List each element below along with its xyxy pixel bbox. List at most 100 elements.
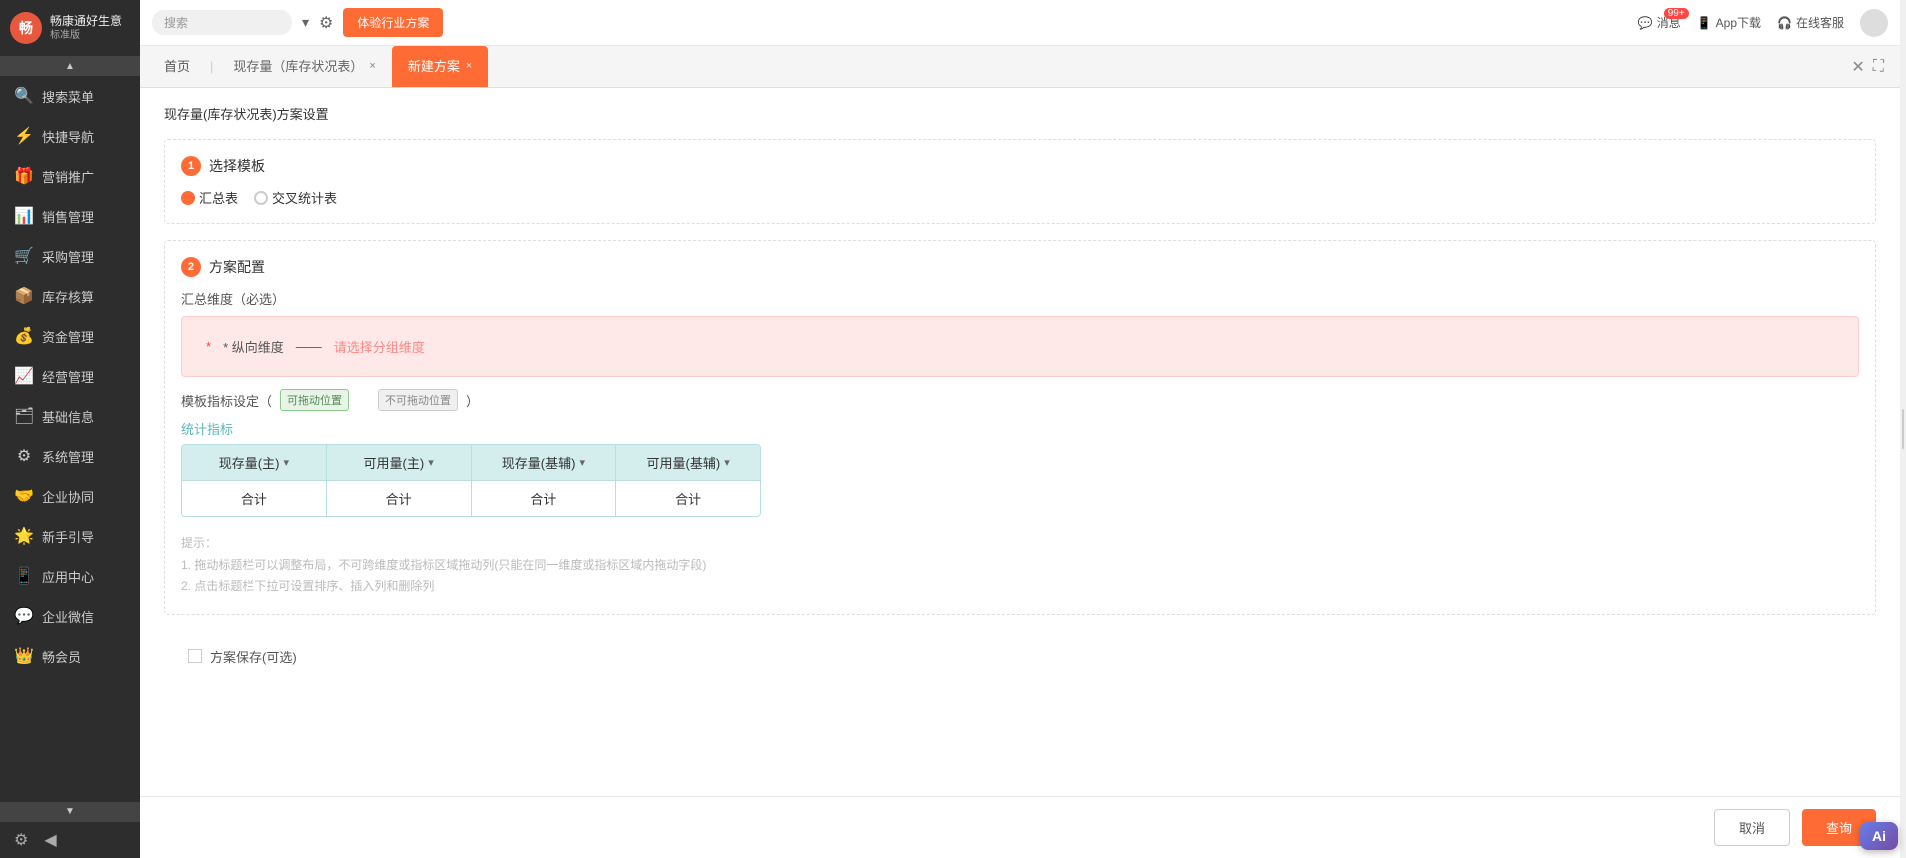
sidebar-item-new-guide[interactable]: 🌟 新手引导 — [0, 516, 140, 556]
main-area: 搜索 ▾ ⚙ 体验行业方案 💬 消息 99+ 📱 App下载 🎧 在线客服 首 — [140, 0, 1900, 858]
dim-label: 汇总维度（必选） — [181, 289, 1859, 308]
collapse-icon[interactable]: ◀ — [44, 830, 56, 850]
save-label: 方案保存(可选) — [210, 647, 297, 666]
tab-inventory-status[interactable]: 现存量（库存状况表） × — [217, 46, 391, 87]
tab-close-new-scheme[interactable]: × — [466, 60, 472, 72]
tab-separator: | — [206, 59, 217, 74]
stats-cell-1-2: 合计 — [327, 481, 472, 516]
sidebar-item-enterprise[interactable]: 🤝 企业协同 — [0, 476, 140, 516]
topbar-search-box: 搜索 — [152, 10, 292, 35]
member-icon: 👑 — [14, 646, 34, 666]
stats-col-4-header[interactable]: 可用量(基辅) ▾ — [616, 445, 760, 480]
download-icon: 📱 — [1697, 16, 1712, 30]
sidebar-scroll-up[interactable]: ▲ — [0, 57, 140, 76]
section-config: 2 方案配置 汇总维度（必选） * * 纵向维度 —— 请选择分组维度 模板指标… — [164, 240, 1876, 615]
headset-icon: 🎧 — [1777, 16, 1792, 30]
section1-header: 1 选择模板 — [181, 156, 1859, 176]
sidebar-header: 畅 畅康通好生意 标准版 — [0, 0, 140, 57]
sidebar: 畅 畅康通好生意 标准版 ▲ 🔍 搜索菜单 ⚡ 快捷导航 🎁 营销推广 📊 销售… — [0, 0, 140, 858]
page-title: 现存量(库存状况表)方案设置 — [164, 104, 1876, 123]
online-service-button[interactable]: 🎧 在线客服 — [1777, 14, 1844, 31]
tabbar: 首页 | 现存量（库存状况表） × 新建方案 × ✕ ⛶ — [140, 46, 1900, 88]
section-template: 1 选择模板 汇总表 交叉统计表 — [164, 139, 1876, 224]
sidebar-item-basic-info[interactable]: 🗂 基础信息 — [0, 396, 140, 436]
stats-col-1-header[interactable]: 现存量(主) ▾ — [182, 445, 327, 480]
app-center-icon: 📱 — [14, 566, 34, 586]
sidebar-item-sales[interactable]: 📊 销售管理 — [0, 196, 140, 236]
chevron-2-icon: ▾ — [428, 456, 434, 469]
resize-handle[interactable] — [1900, 0, 1906, 858]
tab-close-inventory[interactable]: × — [369, 60, 375, 72]
stats-cell-1-1: 合计 — [182, 481, 327, 516]
template-radio-group: 汇总表 交叉统计表 — [181, 188, 1859, 207]
save-checkbox[interactable] — [188, 649, 202, 663]
app-logo: 畅 — [10, 12, 42, 44]
chevron-3-icon: ▾ — [579, 456, 585, 469]
stats-col-3-header[interactable]: 现存量(基辅) ▾ — [472, 445, 617, 480]
finance-icon: 💰 — [14, 326, 34, 346]
dimension-box[interactable]: * * 纵向维度 —— 请选择分组维度 — [181, 316, 1859, 377]
radio-cross[interactable]: 交叉统计表 — [254, 188, 337, 207]
sidebar-item-purchase[interactable]: 🛒 采购管理 — [0, 236, 140, 276]
radio-summary[interactable]: 汇总表 — [181, 188, 238, 207]
topbar: 搜索 ▾ ⚙ 体验行业方案 💬 消息 99+ 📱 App下载 🎧 在线客服 — [140, 0, 1900, 46]
tab-panel-controls: ✕ ⛶ — [1851, 57, 1892, 77]
vertical-dim-label: * 纵向维度 — [223, 337, 284, 356]
sidebar-item-inventory[interactable]: 📦 库存核算 — [0, 276, 140, 316]
stats-cell-1-4: 合计 — [616, 481, 760, 516]
required-mark: * — [206, 339, 211, 354]
settings-icon[interactable]: ⚙ — [14, 830, 28, 850]
sidebar-item-quick-nav[interactable]: ⚡ 快捷导航 — [0, 116, 140, 156]
tips-box: 提示： 1. 拖动标题栏可以调整布局，不可跨维度或指标区域拖动列(只能在同一维度… — [181, 533, 1859, 598]
ai-badge[interactable]: Ai — [1860, 822, 1898, 850]
dim-separator: —— — [296, 339, 322, 354]
sidebar-item-marketing[interactable]: 🎁 营销推广 — [0, 156, 140, 196]
tab-home[interactable]: 首页 — [148, 46, 206, 87]
panel-minimize-button[interactable]: ✕ — [1851, 57, 1864, 77]
industry-solution-button[interactable]: 体验行业方案 — [343, 8, 443, 37]
section1-title: 选择模板 — [209, 156, 265, 176]
sidebar-item-member[interactable]: 👑 畅会员 — [0, 636, 140, 676]
message-button[interactable]: 💬 消息 99+ — [1638, 14, 1681, 31]
stats-col-2-header[interactable]: 可用量(主) ▾ — [327, 445, 472, 480]
new-guide-icon: 🌟 — [14, 526, 34, 546]
search-icon: 🔍 — [14, 86, 34, 106]
sidebar-item-search[interactable]: 🔍 搜索菜单 — [0, 76, 140, 116]
sidebar-item-app-center[interactable]: 📱 应用中心 — [0, 556, 140, 596]
cancel-button[interactable]: 取消 — [1714, 809, 1790, 846]
dim-hint[interactable]: 请选择分组维度 — [334, 337, 425, 356]
radio-cross-input[interactable] — [254, 191, 268, 205]
action-bar: 取消 查询 — [140, 796, 1900, 858]
sales-icon: 📊 — [14, 206, 34, 226]
sidebar-footer: ⚙ ◀ — [0, 821, 140, 858]
sidebar-item-wechat[interactable]: 💬 企业微信 — [0, 596, 140, 636]
purchase-icon: 🛒 — [14, 246, 34, 266]
stats-data-row-1: 合计 合计 合计 合计 — [182, 480, 760, 516]
sidebar-item-finance[interactable]: 💰 资金管理 — [0, 316, 140, 356]
radio-summary-input[interactable] — [181, 191, 195, 205]
marketing-icon: 🎁 — [14, 166, 34, 186]
app-title: 畅康通好生意 标准版 — [50, 14, 122, 43]
sidebar-item-operations[interactable]: 📈 经营管理 — [0, 356, 140, 396]
stats-cell-1-3: 合计 — [472, 481, 617, 516]
tips-title: 提示： — [181, 533, 1859, 555]
sidebar-scroll-down[interactable]: ▼ — [0, 802, 140, 821]
sidebar-item-system[interactable]: ⚙ 系统管理 — [0, 436, 140, 476]
movable-tag: 可拖动位置 — [280, 389, 349, 411]
system-icon: ⚙ — [14, 446, 34, 466]
content-area: 现存量(库存状况表)方案设置 1 选择模板 汇总表 交叉统计表 — [140, 88, 1900, 796]
topbar-gear-icon[interactable]: ⚙ — [319, 13, 333, 33]
tip-1: 1. 拖动标题栏可以调整布局，不可跨维度或指标区域拖动列(只能在同一维度或指标区… — [181, 555, 1859, 577]
enterprise-icon: 🤝 — [14, 486, 34, 506]
user-avatar[interactable] — [1860, 9, 1888, 37]
chevron-1-icon: ▾ — [283, 456, 289, 469]
tip-2: 2. 点击标题栏下拉可设置排序、插入列和删除列 — [181, 576, 1859, 598]
quick-nav-icon: ⚡ — [14, 126, 34, 146]
topbar-dropdown-icon[interactable]: ▾ — [302, 14, 309, 31]
tab-new-scheme[interactable]: 新建方案 × — [392, 46, 488, 87]
panel-expand-button[interactable]: ⛶ — [1873, 57, 1884, 77]
wechat-icon: 💬 — [14, 606, 34, 626]
operations-icon: 📈 — [14, 366, 34, 386]
app-download-button[interactable]: 📱 App下载 — [1697, 14, 1761, 31]
stats-table: 现存量(主) ▾ 可用量(主) ▾ 现存量(基辅) ▾ 可用量(基辅) — [181, 444, 761, 517]
